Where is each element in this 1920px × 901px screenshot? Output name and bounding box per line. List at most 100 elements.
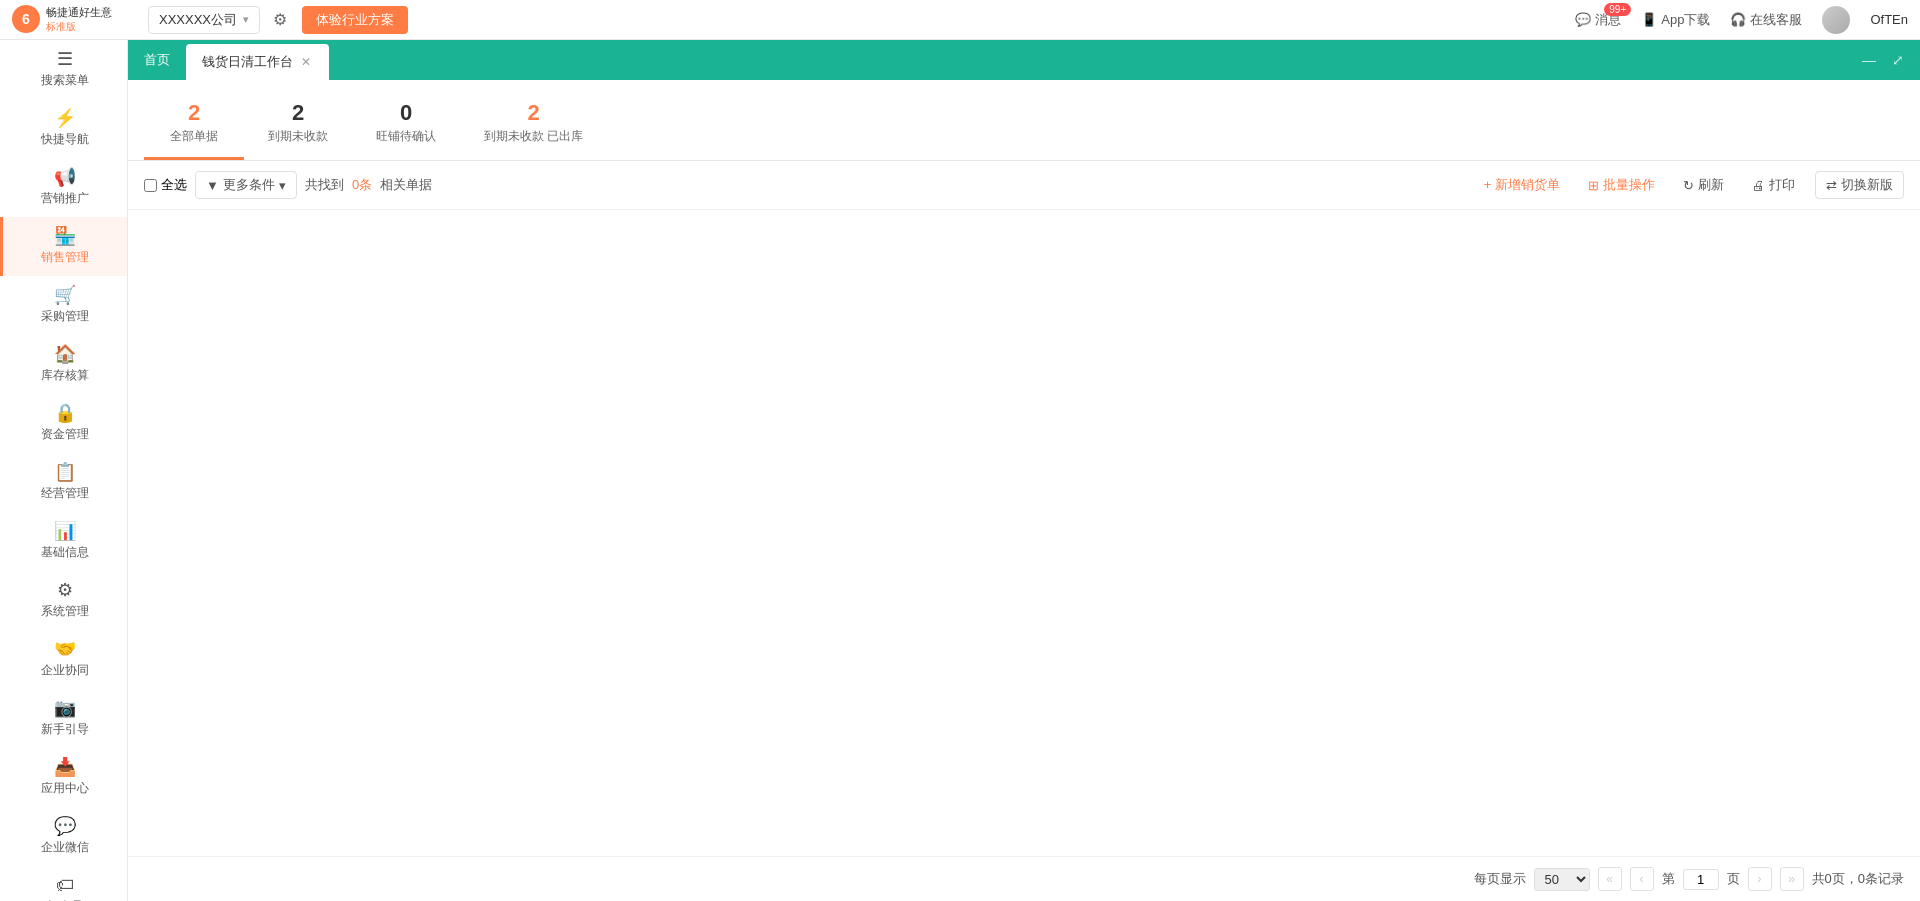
- content-area: [128, 210, 1920, 856]
- avatar[interactable]: [1822, 6, 1850, 34]
- marketing-icon: 📢: [54, 168, 76, 186]
- sidebar-label-purchase: 采购管理: [41, 308, 89, 325]
- print-button[interactable]: 🖨 打印: [1744, 172, 1803, 198]
- stat-tab-overdue[interactable]: 2 到期未收款: [244, 92, 352, 160]
- stat-number-all: 2: [168, 100, 220, 126]
- search-menu-icon: ☰: [57, 50, 73, 68]
- sidebar-label-sales: 销售管理: [41, 249, 89, 266]
- sidebar-label-search-menu: 搜索菜单: [41, 72, 89, 89]
- switch-label: 切换新版: [1841, 176, 1893, 194]
- purchase-icon: 🛒: [54, 286, 76, 304]
- sidebar-item-guide[interactable]: 📷 新手引导: [0, 689, 127, 748]
- username-area[interactable]: OfTEn: [1870, 12, 1908, 27]
- sidebar-label-system: 系统管理: [41, 603, 89, 620]
- sidebar-label-inventory: 库存核算: [41, 367, 89, 384]
- filter-button[interactable]: ▼ 更多条件 ▾: [195, 171, 297, 199]
- sidebar-item-purchase[interactable]: 🛒 采购管理: [0, 276, 127, 335]
- sidebar-item-search-menu[interactable]: ☰ 搜索菜单: [0, 40, 127, 99]
- trial-button[interactable]: 体验行业方案: [302, 6, 408, 34]
- sidebar-item-inventory[interactable]: 🏠 库存核算: [0, 335, 127, 394]
- refresh-button[interactable]: ↻ 刷新: [1675, 172, 1732, 198]
- sidebar-item-basic-info[interactable]: 📊 基础信息: [0, 512, 127, 571]
- filter-chevron: ▾: [279, 178, 286, 193]
- sidebar-item-app-center[interactable]: 📥 应用中心: [0, 748, 127, 807]
- message-badge: 99+: [1604, 3, 1631, 16]
- page-input[interactable]: [1683, 869, 1719, 890]
- tab-bar: 首页 钱货日清工作台 ✕ — ⤢: [128, 40, 1920, 80]
- guide-icon: 📷: [54, 699, 76, 717]
- sidebar-item-operations[interactable]: 📋 经营管理: [0, 453, 127, 512]
- tab-workbench[interactable]: 钱货日清工作台 ✕: [186, 44, 329, 80]
- sidebar-item-quick-nav[interactable]: ⚡ 快捷导航: [0, 99, 127, 158]
- sidebar-item-marketing[interactable]: 📢 营销推广: [0, 158, 127, 217]
- logo-icon: 6: [12, 5, 40, 33]
- quick-nav-icon: ⚡: [54, 109, 76, 127]
- refresh-icon: ↻: [1683, 178, 1694, 193]
- stat-label-wangpu: 旺铺待确认: [376, 128, 436, 145]
- company-name: XXXXXX公司: [159, 11, 237, 29]
- online-service-label: 在线客服: [1750, 11, 1802, 29]
- sidebar-label-marketing: 营销推广: [41, 190, 89, 207]
- print-icon: 🖨: [1752, 178, 1765, 193]
- tab-close-icon[interactable]: ✕: [299, 53, 313, 71]
- prev-page-button[interactable]: ‹: [1630, 867, 1654, 891]
- messages-button[interactable]: 💬 消息 99+: [1575, 11, 1621, 29]
- maximize-icon[interactable]: ⤢: [1888, 48, 1908, 72]
- avatar-image: [1822, 6, 1850, 34]
- sidebar-label-operations: 经营管理: [41, 485, 89, 502]
- member-icon: 🏷: [56, 876, 74, 894]
- sidebar-item-finance[interactable]: 🔒 资金管理: [0, 394, 127, 453]
- company-selector[interactable]: XXXXXX公司 ▾: [148, 6, 260, 34]
- sales-icon: 🏪: [54, 227, 76, 245]
- sidebar-item-system[interactable]: ⚙ 系统管理: [0, 571, 127, 630]
- stat-number-overdue-unshipped: 2: [484, 100, 583, 126]
- first-page-button[interactable]: «: [1598, 867, 1622, 891]
- settings-button[interactable]: ⚙: [266, 6, 294, 34]
- layout: ☰ 搜索菜单 ⚡ 快捷导航 📢 营销推广 🏪 销售管理 🛒 采购管理 🏠 库存核…: [0, 40, 1920, 901]
- last-page-button[interactable]: »: [1780, 867, 1804, 891]
- minimize-icon[interactable]: —: [1858, 48, 1880, 72]
- sidebar-item-enterprise[interactable]: 🤝 企业协同: [0, 630, 127, 689]
- sidebar-item-member[interactable]: 🏷 畅会员: [0, 866, 127, 901]
- sidebar-label-quick-nav: 快捷导航: [41, 131, 89, 148]
- enterprise-icon: 🤝: [54, 640, 76, 658]
- stat-tab-overdue-unshipped[interactable]: 2 到期未收款 已出库: [460, 92, 607, 160]
- select-all-label: 全选: [161, 176, 187, 194]
- switch-version-button[interactable]: ⇄ 切换新版: [1815, 171, 1904, 199]
- sidebar-item-wechat[interactable]: 💬 企业微信: [0, 807, 127, 866]
- basic-info-icon: 📊: [54, 522, 76, 540]
- found-count: 0条: [352, 176, 372, 194]
- sidebar-item-sales[interactable]: 🏪 销售管理: [0, 217, 127, 276]
- operations-icon: 📋: [54, 463, 76, 481]
- service-icon: 🎧: [1730, 12, 1746, 27]
- batch-operation-button[interactable]: ⊞ 批量操作: [1580, 172, 1663, 198]
- select-all-input[interactable]: [144, 179, 157, 192]
- online-service-button[interactable]: 🎧 在线客服: [1730, 11, 1802, 29]
- toolbar: 全选 ▼ 更多条件 ▾ 共找到 0条 相关单据 + 新增销货单 ⊞ 批量操作: [128, 161, 1920, 210]
- new-sale-button[interactable]: + 新增销货单: [1476, 172, 1568, 198]
- logo-sub: 标准版: [46, 20, 112, 34]
- page-size-select[interactable]: 50 10 20 100: [1534, 868, 1590, 891]
- refresh-label: 刷新: [1698, 176, 1724, 194]
- next-page-button[interactable]: ›: [1748, 867, 1772, 891]
- print-label: 打印: [1769, 176, 1795, 194]
- page-suffix: 页: [1727, 870, 1740, 888]
- message-icon: 💬: [1575, 12, 1591, 27]
- stat-label-overdue-unshipped: 到期未收款 已出库: [484, 128, 583, 145]
- tab-bar-actions: — ⤢: [1858, 48, 1920, 72]
- chevron-down-icon: ▾: [243, 13, 249, 26]
- select-all-checkbox[interactable]: 全选: [144, 176, 187, 194]
- filter-label: 更多条件: [223, 176, 275, 194]
- sidebar-label-enterprise: 企业协同: [41, 662, 89, 679]
- app-download-button[interactable]: 📱 App下载: [1641, 11, 1710, 29]
- tab-home[interactable]: 首页: [128, 40, 186, 80]
- stat-tab-all[interactable]: 2 全部单据: [144, 92, 244, 160]
- batch-label: 批量操作: [1603, 176, 1655, 194]
- app-center-icon: 📥: [54, 758, 76, 776]
- inventory-icon: 🏠: [54, 345, 76, 363]
- total-records: 共0页，0条记录: [1812, 870, 1904, 888]
- stat-tab-wangpu[interactable]: 0 旺铺待确认: [352, 92, 460, 160]
- sidebar-label-guide: 新手引导: [41, 721, 89, 738]
- header-right: 💬 消息 99+ 📱 App下载 🎧 在线客服 OfTEn: [1575, 6, 1908, 34]
- batch-icon: ⊞: [1588, 178, 1599, 193]
